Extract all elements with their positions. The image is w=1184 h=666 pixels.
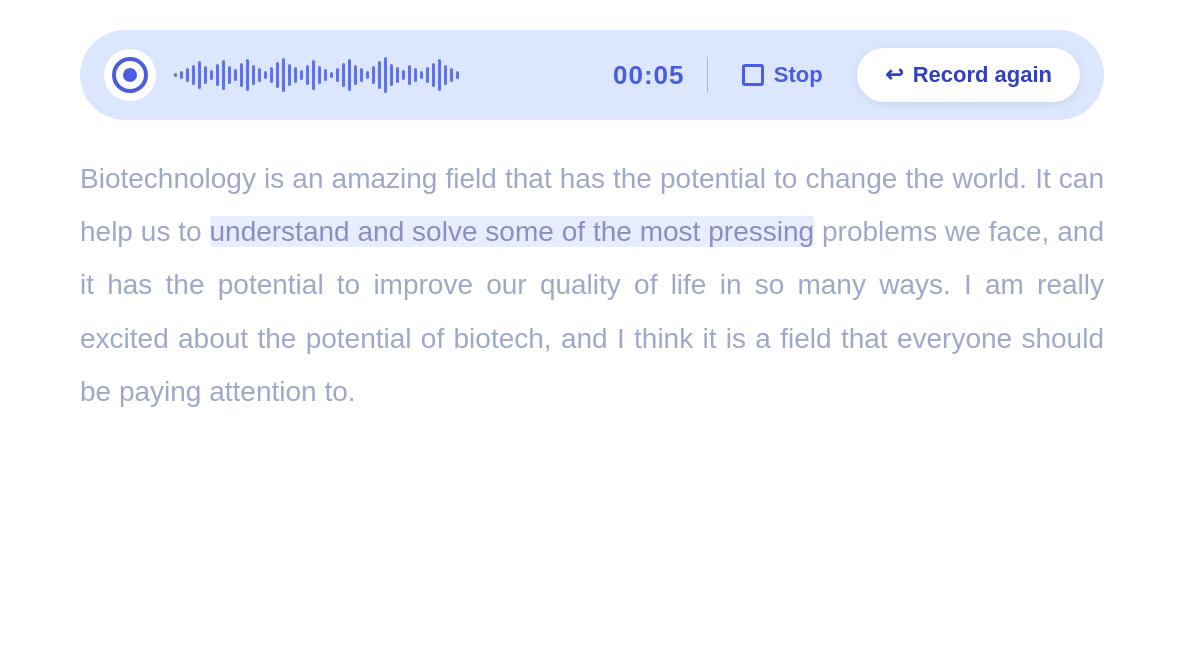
record-center-dot — [123, 68, 137, 82]
waveform-bar — [432, 63, 435, 87]
waveform-bar — [342, 63, 345, 87]
waveform-bar — [258, 68, 261, 82]
waveform-bar — [300, 70, 303, 80]
waveform-bar — [306, 65, 309, 85]
waveform-bar — [270, 67, 273, 83]
waveform-bar — [228, 66, 231, 84]
waveform-bar — [282, 58, 285, 92]
stop-button[interactable]: Stop — [726, 54, 839, 96]
waveform-bar — [198, 61, 201, 89]
recording-timer: 00:05 — [609, 60, 689, 91]
waveform-bar — [396, 67, 399, 83]
waveform-bar — [324, 69, 327, 81]
waveform-bar — [414, 68, 417, 82]
waveform-bar — [384, 57, 387, 93]
recording-toolbar: 00:05 Stop ↩ Record again — [80, 30, 1104, 120]
stop-icon — [742, 64, 764, 86]
stop-label: Stop — [774, 62, 823, 88]
waveform-bar — [288, 64, 291, 86]
waveform-bar — [276, 62, 279, 88]
waveform-bar — [204, 66, 207, 84]
audio-waveform — [174, 55, 591, 95]
waveform-bar — [312, 60, 315, 90]
transcript-highlight: understand and solve some of the most pr… — [210, 216, 815, 247]
waveform-bar — [330, 72, 333, 78]
waveform-bar — [240, 63, 243, 87]
waveform-bar — [294, 67, 297, 83]
waveform-bar — [234, 69, 237, 81]
toolbar-divider — [707, 57, 708, 93]
record-again-button[interactable]: ↩ Record again — [857, 48, 1080, 102]
waveform-bar — [438, 59, 441, 91]
waveform-bar — [318, 66, 321, 84]
waveform-bar — [354, 65, 357, 85]
waveform-bar — [408, 65, 411, 85]
waveform-bar — [360, 68, 363, 82]
waveform-bar — [348, 59, 351, 91]
waveform-bar — [402, 70, 405, 80]
waveform-bar — [264, 71, 267, 79]
waveform-bar — [426, 67, 429, 83]
record-ring — [112, 57, 148, 93]
record-status-icon — [104, 49, 156, 101]
waveform-bar — [390, 64, 393, 86]
waveform-bar — [336, 68, 339, 82]
waveform-bar — [180, 71, 183, 79]
waveform-bar — [222, 60, 225, 90]
waveform-bar — [186, 68, 189, 82]
record-again-label: Record again — [913, 62, 1052, 88]
waveform-bar — [456, 71, 459, 79]
waveform-bar — [444, 65, 447, 85]
waveform-bar — [210, 70, 213, 80]
waveform-bar — [192, 65, 195, 85]
waveform-bar — [366, 71, 369, 79]
waveform-bar — [246, 59, 249, 91]
transcript-area: Biotechnology is an amazing field that h… — [80, 152, 1104, 418]
undo-icon: ↩ — [885, 62, 903, 88]
waveform-bar — [372, 66, 375, 84]
waveform-bar — [252, 65, 255, 85]
waveform-bar — [216, 64, 219, 86]
waveform-bar — [420, 71, 423, 79]
waveform-bar — [378, 61, 381, 89]
waveform-bar — [450, 68, 453, 82]
waveform-bar — [174, 73, 177, 77]
